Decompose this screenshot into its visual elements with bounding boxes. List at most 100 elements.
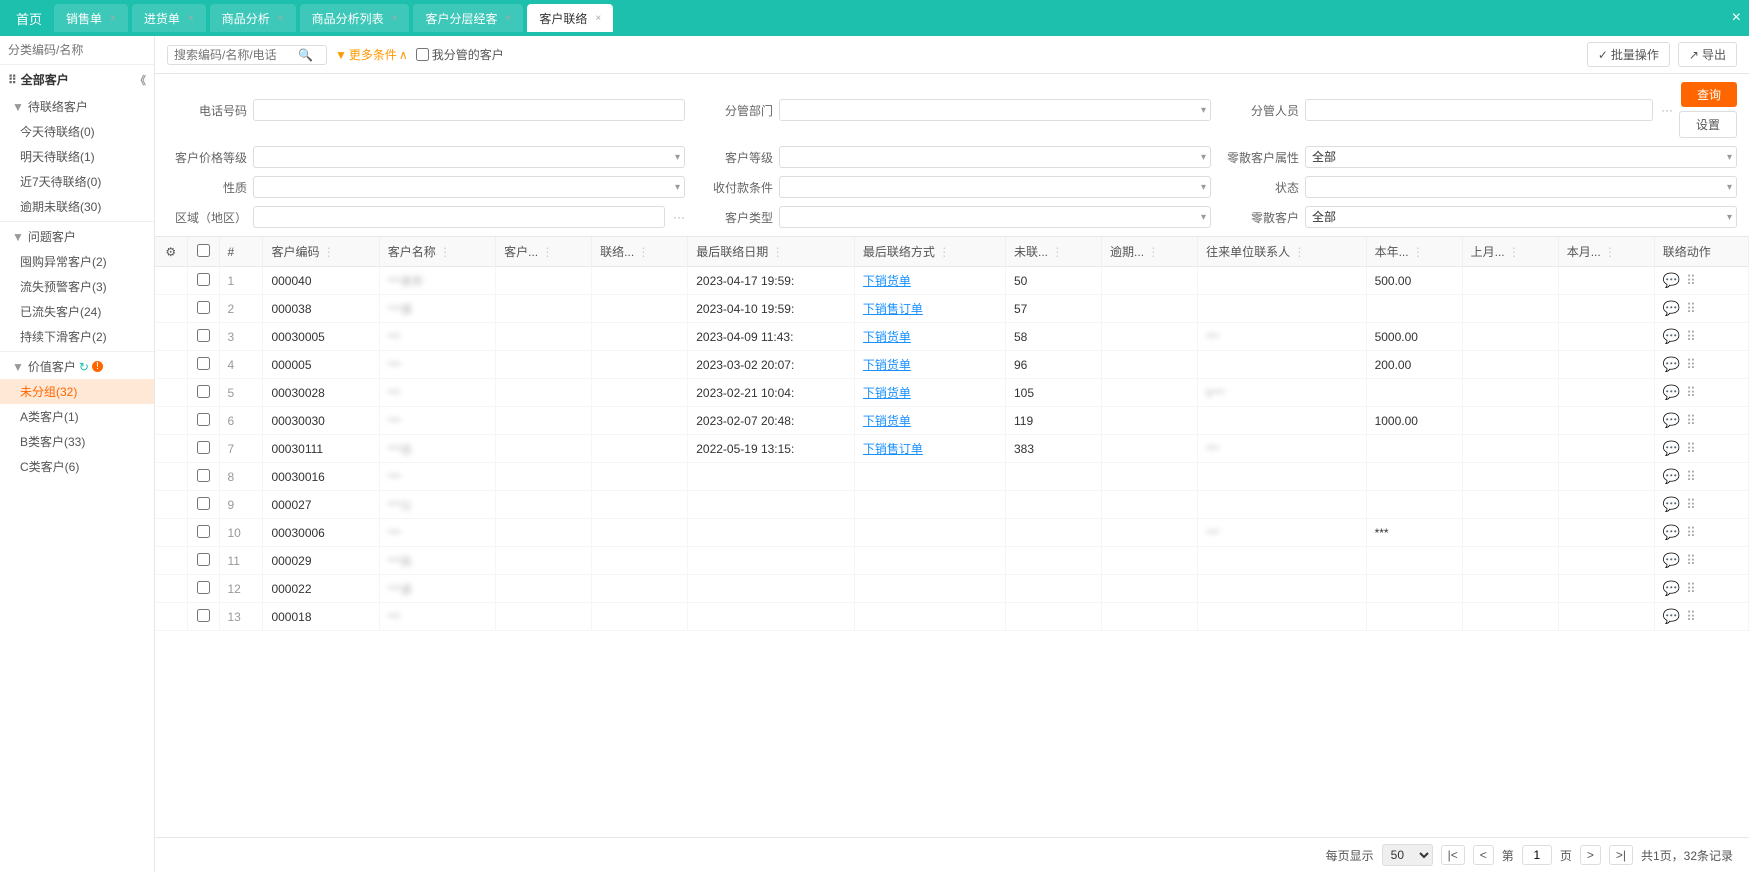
nav-tab-sales[interactable]: 销售单 ×	[54, 4, 128, 32]
row-select-checkbox[interactable]	[197, 385, 210, 398]
row-checkbox[interactable]	[187, 379, 219, 407]
contact-action-icon[interactable]: 💬	[1663, 440, 1680, 457]
row-checkbox[interactable]	[187, 603, 219, 631]
row-select-checkbox[interactable]	[197, 301, 210, 314]
sidebar-7day-pending[interactable]: 近7天待联络(0)	[0, 169, 154, 194]
retail-attr-select[interactable]: 全部	[1305, 146, 1737, 168]
more-conditions-btn[interactable]: ▼ 更多条件 ∧	[335, 46, 408, 63]
sidebar-unclassified[interactable]: 未分组(32)	[0, 379, 154, 404]
last-date-column-header[interactable]: 最后联络日期 ⋮	[688, 237, 855, 267]
contact-action-icon[interactable]: 💬	[1663, 412, 1680, 429]
search-input[interactable]	[174, 48, 294, 62]
row-last-method[interactable]: 下销货单	[854, 379, 1005, 407]
select-all-checkbox[interactable]	[197, 244, 210, 257]
my-customers-checkbox[interactable]	[416, 48, 429, 61]
row-checkbox[interactable]	[187, 575, 219, 603]
contact-action-icon[interactable]: 💬	[1663, 384, 1680, 401]
row-last-method[interactable]	[854, 603, 1005, 631]
this-year-column-header[interactable]: 本年... ⋮	[1366, 237, 1462, 267]
more-action-icon[interactable]: ⠿	[1686, 609, 1696, 625]
pay-terms-select[interactable]	[779, 176, 1211, 198]
nav-tab-purchase[interactable]: 进货单 ×	[132, 4, 206, 32]
nature-select[interactable]	[253, 176, 685, 198]
row-last-method[interactable]: 下销售订单	[854, 295, 1005, 323]
contact-action-icon[interactable]: 💬	[1663, 356, 1680, 373]
row-checkbox[interactable]	[187, 547, 219, 575]
row-last-method[interactable]: 下销货单	[854, 323, 1005, 351]
contact-action-icon[interactable]: 💬	[1663, 468, 1680, 485]
sidebar-tomorrow-pending[interactable]: 明天待联络(1)	[0, 144, 154, 169]
first-page-button[interactable]: |<	[1441, 845, 1465, 865]
sidebar-overdue-pending[interactable]: 逾期未联络(30)	[0, 194, 154, 219]
retail-cust-select[interactable]: 全部	[1305, 206, 1737, 228]
row-select-checkbox[interactable]	[197, 469, 210, 482]
sidebar-search-input[interactable]	[8, 43, 155, 57]
more-action-icon[interactable]: ⠿	[1686, 525, 1696, 541]
more-action-icon[interactable]: ⠿	[1686, 385, 1696, 401]
row-last-method[interactable]: 下销货单	[854, 351, 1005, 379]
cust-type-column-header[interactable]: 客户... ⋮	[496, 237, 592, 267]
contact-action-icon[interactable]: 💬	[1663, 328, 1680, 345]
unit-contact-column-header[interactable]: 往来单位联系人 ⋮	[1198, 237, 1366, 267]
row-last-method[interactable]	[854, 463, 1005, 491]
row-last-method[interactable]	[854, 491, 1005, 519]
contact-action-icon[interactable]: 💬	[1663, 496, 1680, 513]
row-select-checkbox[interactable]	[197, 581, 210, 594]
sidebar-class-a[interactable]: A类客户(1)	[0, 404, 154, 429]
row-last-method[interactable]	[854, 519, 1005, 547]
sidebar-class-c[interactable]: C类客户(6)	[0, 454, 154, 479]
contact-action-icon[interactable]: 💬	[1663, 608, 1680, 625]
problem-customers-group[interactable]: ▼ 问题客户	[0, 224, 154, 249]
row-select-checkbox[interactable]	[197, 497, 210, 510]
status-select[interactable]	[1305, 176, 1737, 198]
value-customers-group[interactable]: ▼ 价值客户 ↻ !	[0, 354, 154, 379]
contact-action-icon[interactable]: 💬	[1663, 580, 1680, 597]
next-page-button[interactable]: >	[1580, 845, 1601, 865]
row-checkbox[interactable]	[187, 351, 219, 379]
cust-type-select[interactable]	[779, 206, 1211, 228]
more-action-icon[interactable]: ⠿	[1686, 357, 1696, 373]
manager-more-icon[interactable]: ···	[1661, 103, 1673, 117]
contact-action-icon[interactable]: 💬	[1663, 552, 1680, 569]
pending-contact-group[interactable]: ▼ 待联络客户	[0, 94, 154, 119]
row-last-method[interactable]	[854, 547, 1005, 575]
not-contact-column-header[interactable]: 未联... ⋮	[1005, 237, 1101, 267]
per-page-select[interactable]: 50 20 100	[1382, 844, 1433, 866]
sidebar-lost[interactable]: 已流失客户(24)	[0, 299, 154, 324]
sidebar-today-pending[interactable]: 今天待联络(0)	[0, 119, 154, 144]
nav-tab-analysis[interactable]: 商品分析 ×	[210, 4, 296, 32]
prev-page-button[interactable]: <	[1473, 845, 1494, 865]
sidebar-at-risk[interactable]: 流失预警客户(3)	[0, 274, 154, 299]
reset-button[interactable]: 设置	[1679, 111, 1737, 138]
nav-tab-analysis-list[interactable]: 商品分析列表 ×	[300, 4, 410, 32]
close-analysis-list-icon[interactable]: ×	[392, 13, 398, 24]
price-level-select[interactable]	[253, 146, 685, 168]
row-checkbox[interactable]	[187, 295, 219, 323]
row-select-checkbox[interactable]	[197, 609, 210, 622]
search-icon-filter[interactable]: 🔍	[298, 48, 313, 62]
more-action-icon[interactable]: ⠿	[1686, 469, 1696, 485]
row-last-method[interactable]: 下销货单	[854, 267, 1005, 295]
sidebar-abnormal[interactable]: 囤购异常客户(2)	[0, 249, 154, 274]
row-select-checkbox[interactable]	[197, 525, 210, 538]
sidebar-declining[interactable]: 持续下滑客户(2)	[0, 324, 154, 349]
row-select-checkbox[interactable]	[197, 553, 210, 566]
area-more-icon[interactable]: ···	[673, 210, 685, 224]
close-contact-icon[interactable]: ×	[595, 13, 601, 24]
last-page-button[interactable]: >|	[1609, 845, 1633, 865]
more-action-icon[interactable]: ⠿	[1686, 497, 1696, 513]
more-action-icon[interactable]: ⠿	[1686, 581, 1696, 597]
contact-action-icon[interactable]: 💬	[1663, 272, 1680, 289]
sidebar-class-b[interactable]: B类客户(33)	[0, 429, 154, 454]
row-checkbox[interactable]	[187, 323, 219, 351]
row-checkbox[interactable]	[187, 267, 219, 295]
more-action-icon[interactable]: ⠿	[1686, 553, 1696, 569]
refresh-icon[interactable]: ↻	[79, 360, 89, 374]
last-method-column-header[interactable]: 最后联络方式 ⋮	[854, 237, 1005, 267]
more-action-icon[interactable]: ⠿	[1686, 413, 1696, 429]
settings-column-header[interactable]: ⚙	[155, 237, 187, 267]
last-month-column-header[interactable]: 上月... ⋮	[1462, 237, 1558, 267]
nav-tab-segment[interactable]: 客户分层经客 ×	[413, 4, 523, 32]
row-checkbox[interactable]	[187, 519, 219, 547]
code-column-header[interactable]: 客户编码 ⋮	[263, 237, 379, 267]
